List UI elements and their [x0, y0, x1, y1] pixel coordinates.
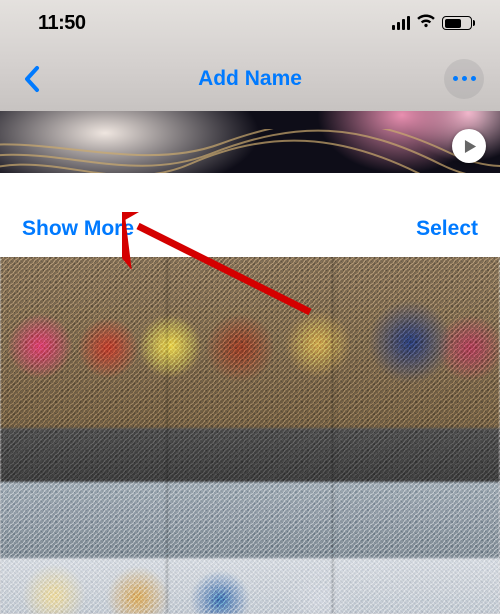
status-bar: 11:50	[0, 0, 500, 46]
featured-photo-strip	[0, 111, 500, 173]
obscure-overlay-2	[0, 250, 500, 614]
nav-title[interactable]: Add Name	[198, 67, 302, 91]
section-gap	[0, 173, 500, 217]
photo-grid-obscured[interactable]	[0, 250, 500, 614]
wifi-icon	[416, 14, 436, 33]
more-options-button[interactable]	[444, 59, 484, 99]
cell-signal-icon	[392, 16, 410, 30]
screen-root: 11:50 Add Name	[0, 0, 500, 614]
gallery-action-row: Show More Select	[0, 217, 500, 257]
nav-bar: Add Name	[0, 46, 500, 111]
play-button[interactable]	[452, 129, 486, 163]
status-icons	[392, 14, 472, 33]
back-button[interactable]	[14, 61, 50, 97]
select-link[interactable]: Select	[416, 217, 478, 241]
show-more-link[interactable]: Show More	[22, 217, 134, 241]
status-time: 11:50	[38, 12, 86, 35]
battery-icon	[442, 16, 472, 30]
